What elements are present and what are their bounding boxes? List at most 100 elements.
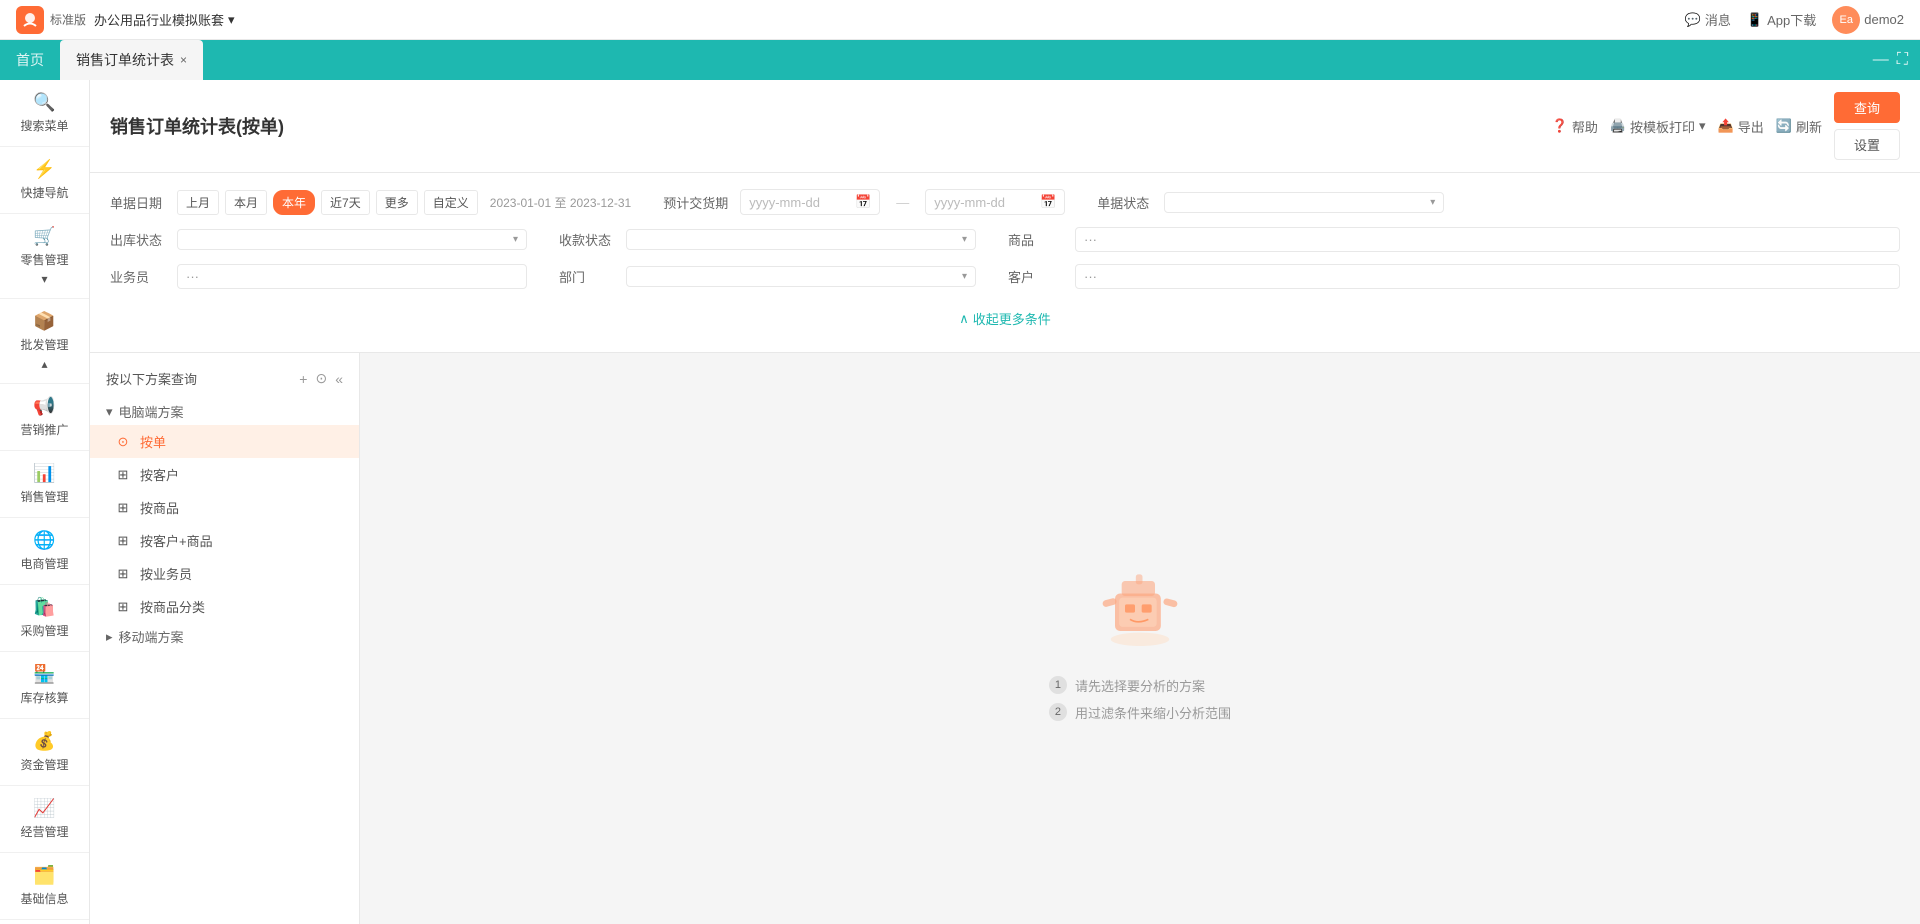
help-label: 帮助 [1572, 117, 1598, 136]
status-label: 单据状态 [1097, 193, 1152, 212]
message-action[interactable]: 💬 消息 [1685, 10, 1731, 29]
export-button[interactable]: 📤 导出 [1718, 117, 1764, 136]
calendar-icon-2: 📅 [1040, 194, 1056, 210]
top-bar-left: 标准版 办公用品行业模拟账套 ▾ [16, 6, 235, 34]
date-range-text: 2023-01-01 至 2023-12-31 [490, 194, 631, 211]
tree-expand-icon: ▾ [106, 404, 113, 420]
content-area: 销售订单统计表(按单) ❓ 帮助 🖨️ 按模板打印 ▾ 📤 导出 🔄 刷新 [90, 80, 1920, 924]
sidebar-item-finance[interactable]: 💰 资金管理 [0, 719, 89, 786]
sidebar-item-operations-label: 经营管理 [20, 823, 68, 840]
filter-row-3: 业务员 ··· 部门 ▾ 客户 ··· [110, 264, 1900, 289]
left-panel-container: 按以下方案查询 + ⊙ « ▾ 电脑端方案 ⊙ 按单 [90, 353, 1920, 924]
tree-item-category-label: 按商品分类 [140, 597, 205, 616]
tree-item-by-product[interactable]: ⊞ 按商品 [90, 491, 359, 524]
add-scheme-icon[interactable]: + [299, 371, 307, 387]
settings-button[interactable]: 设置 [1834, 129, 1900, 160]
sidebar-item-quicknav[interactable]: ⚡ 快捷导航 [0, 147, 89, 214]
this-year-btn[interactable]: 本年 [273, 190, 315, 215]
tree-item-by-customer[interactable]: ⊞ 按客户 [90, 458, 359, 491]
tree-section-desktop[interactable]: ▾ 电脑端方案 [90, 398, 359, 425]
settings-scheme-icon[interactable]: ⊙ [315, 370, 327, 387]
query-button[interactable]: 查询 [1834, 92, 1900, 123]
purchase-icon: 🛍️ [33, 597, 55, 618]
tree-item-by-customer-product[interactable]: ⊞ 按客户+商品 [90, 524, 359, 557]
page-header: 销售订单统计表(按单) ❓ 帮助 🖨️ 按模板打印 ▾ 📤 导出 🔄 刷新 [90, 80, 1920, 173]
status-select[interactable]: ▾ [1164, 192, 1444, 213]
panel-header-actions: + ⊙ « [299, 370, 343, 387]
sidebar-item-operations[interactable]: 📈 经营管理 [0, 786, 89, 853]
refresh-button[interactable]: 🔄 刷新 [1776, 117, 1822, 136]
sidebar-item-search-label: 搜索菜单 [20, 117, 68, 134]
panel-header: 按以下方案查询 + ⊙ « [90, 363, 359, 394]
last-month-btn[interactable]: 上月 [177, 190, 219, 215]
page-actions: ❓ 帮助 🖨️ 按模板打印 ▾ 📤 导出 🔄 刷新 查询 [1552, 92, 1900, 160]
template-print-label: 按模板打印 [1630, 117, 1695, 136]
more-btn[interactable]: 更多 [376, 190, 418, 215]
expected-date-start-placeholder: yyyy-mm-dd [749, 195, 820, 210]
sidebar-item-inventory[interactable]: 🏪 库存核算 [0, 652, 89, 719]
sidebar-item-system[interactable]: ⚙️ 系统管理 [0, 920, 89, 924]
user-name: demo2 [1864, 12, 1904, 27]
pay-chevron-icon: ▾ [962, 234, 967, 245]
ship-status-select[interactable]: ▾ [177, 229, 527, 250]
collapse-panel-icon[interactable]: « [335, 371, 343, 387]
help-button[interactable]: ❓ 帮助 [1552, 117, 1598, 136]
sidebar-item-purchase[interactable]: 🛍️ 采购管理 [0, 585, 89, 652]
tree-item-by-order[interactable]: ⊙ 按单 [90, 425, 359, 458]
customer-input[interactable]: ··· [1075, 264, 1900, 289]
message-icon: 💬 [1685, 12, 1701, 28]
tree-section-mobile[interactable]: ▸ 移动端方案 [90, 623, 359, 650]
pay-status-select[interactable]: ▾ [626, 229, 976, 250]
right-content: 1 请先选择要分析的方案 2 用过滤条件来缩小分析范围 [360, 353, 1920, 924]
sidebar-item-basic-label: 基础信息 [20, 890, 68, 907]
this-month-btn[interactable]: 本月 [225, 190, 267, 215]
export-label: 导出 [1738, 117, 1764, 136]
sidebar-item-ecommerce-label: 电商管理 [20, 555, 68, 572]
tab-sales-order[interactable]: 销售订单统计表 × [60, 40, 203, 80]
tab-maximize-icon[interactable]: ⛶ [1897, 51, 1908, 69]
sidebar-item-ecommerce[interactable]: 🌐 电商管理 [0, 518, 89, 585]
user-action[interactable]: Ea demo2 [1832, 6, 1904, 34]
template-print-button[interactable]: 🖨️ 按模板打印 ▾ [1610, 117, 1706, 136]
sidebar-item-retail[interactable]: 🛒 零售管理 ▾ [0, 214, 89, 299]
workspace-selector[interactable]: 办公用品行业模拟账套 ▾ [94, 10, 235, 29]
empty-tips: 1 请先选择要分析的方案 2 用过滤条件来缩小分析范围 [1049, 676, 1231, 722]
empty-tip-2: 2 用过滤条件来缩小分析范围 [1049, 703, 1231, 722]
tree-item-category-icon: ⊞ [114, 598, 132, 616]
product-input[interactable]: ··· [1075, 227, 1900, 252]
top-bar: 标准版 办公用品行业模拟账套 ▾ 💬 消息 📱 App下载 Ea demo2 [0, 0, 1920, 40]
finance-icon: 💰 [33, 731, 55, 752]
wholesale-icon: 📦 [33, 311, 55, 332]
filter-row-2: 出库状态 ▾ 收款状态 ▾ 商品 ··· [110, 227, 1900, 252]
collapse-button[interactable]: ∧ 收起更多条件 [110, 301, 1900, 336]
app-download-action[interactable]: 📱 App下载 [1747, 10, 1816, 29]
date-label: 单据日期 [110, 193, 165, 212]
tree-item-order-label: 按单 [140, 432, 166, 451]
page-title: 销售订单统计表(按单) [110, 113, 284, 139]
sidebar-item-wholesale[interactable]: 📦 批发管理 ▴ [0, 299, 89, 384]
tab-minimize-icon[interactable]: — [1873, 51, 1889, 69]
sidebar-item-finance-label: 资金管理 [20, 756, 68, 773]
custom-btn[interactable]: 自定义 [424, 190, 478, 215]
tree-item-by-category[interactable]: ⊞ 按商品分类 [90, 590, 359, 623]
date-quick-filters: 上月 本月 本年 近7天 更多 自定义 [177, 190, 478, 215]
tree-item-customer-label: 按客户 [140, 465, 179, 484]
panel-header-title: 按以下方案查询 [106, 369, 197, 388]
sidebar-item-basic[interactable]: 🗂️ 基础信息 [0, 853, 89, 920]
status-chevron-icon: ▾ [1430, 197, 1435, 208]
tree-item-by-salesman[interactable]: ⊞ 按业务员 [90, 557, 359, 590]
ship-chevron-icon: ▾ [513, 234, 518, 245]
last7days-btn[interactable]: 近7天 [321, 190, 370, 215]
sidebar-item-sales[interactable]: 📊 销售管理 [0, 451, 89, 518]
sidebar-item-search[interactable]: 🔍 搜索菜单 [0, 80, 89, 147]
tab-close-icon[interactable]: × [180, 53, 187, 67]
salesman-input[interactable]: ··· [177, 264, 527, 289]
tab-home[interactable]: 首页 [0, 40, 60, 80]
dept-select[interactable]: ▾ [626, 266, 976, 287]
sidebar-item-marketing[interactable]: 📢 营销推广 [0, 384, 89, 451]
sidebar-item-sales-label: 销售管理 [20, 488, 68, 505]
expected-date-start[interactable]: yyyy-mm-dd 📅 [740, 189, 880, 215]
app-download-icon: 📱 [1747, 12, 1763, 28]
subtree-desktop: ⊙ 按单 ⊞ 按客户 ⊞ 按商品 ⊞ 按客户+商品 [90, 425, 359, 623]
expected-date-end[interactable]: yyyy-mm-dd 📅 [925, 189, 1065, 215]
